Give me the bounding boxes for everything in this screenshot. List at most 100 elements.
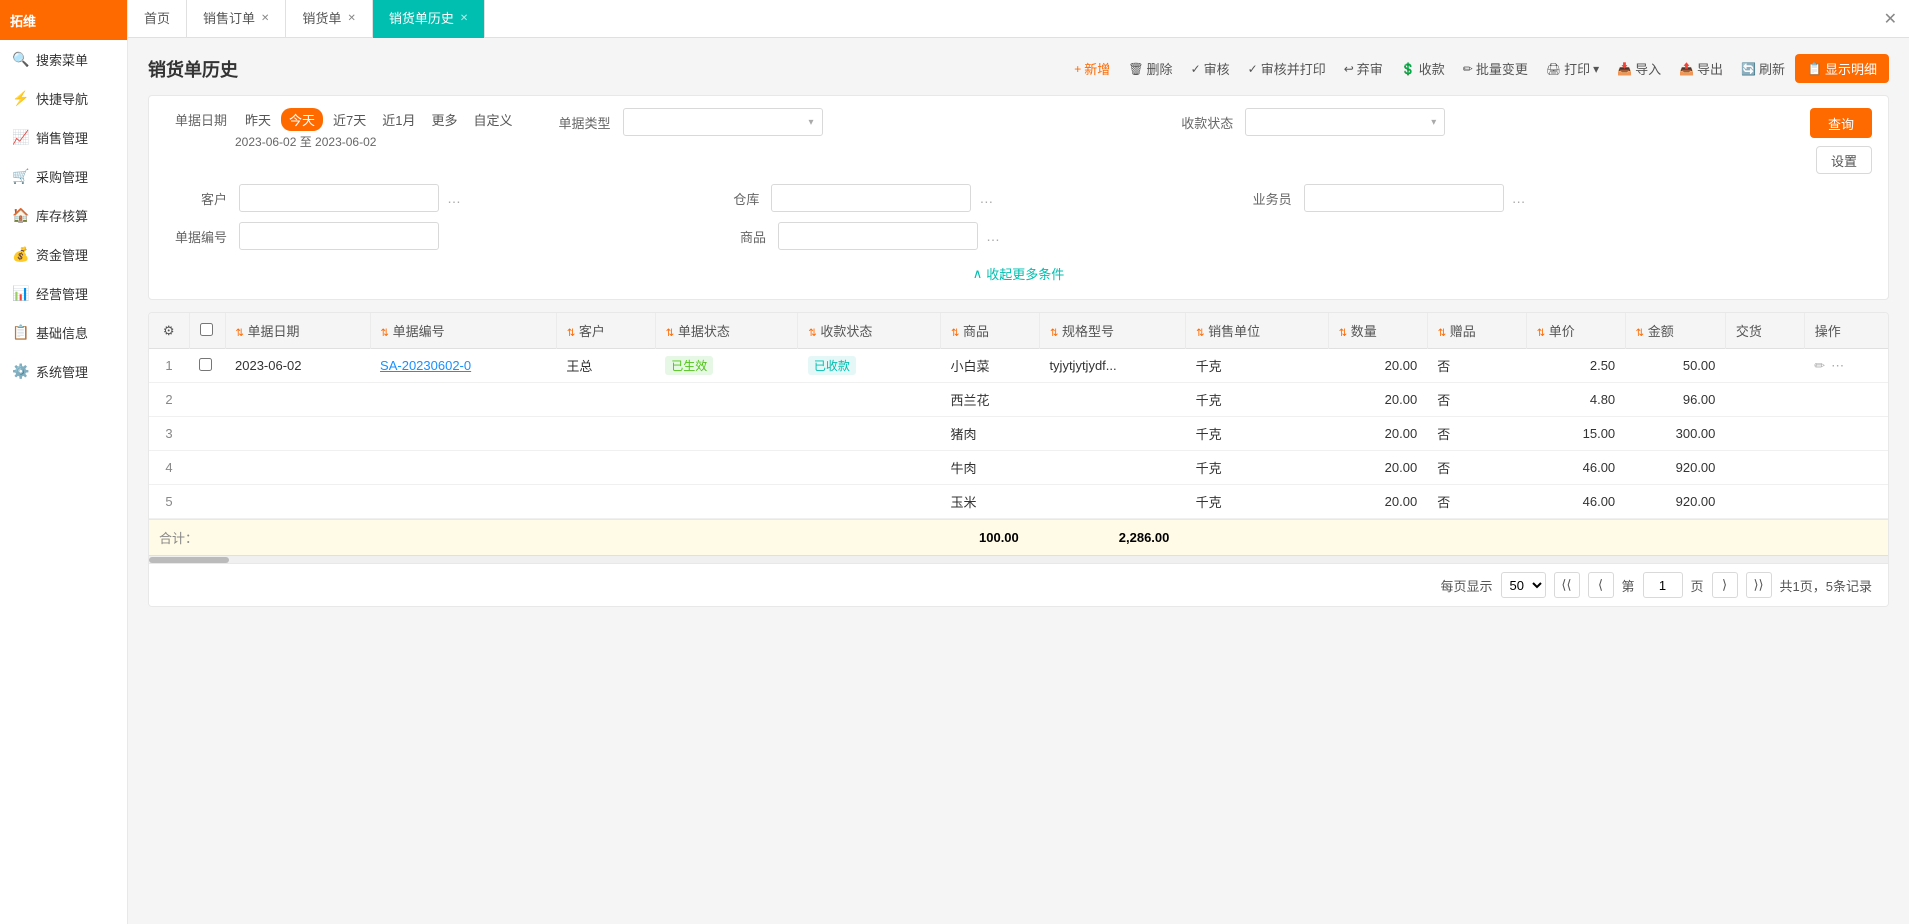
row-checkbox-cell[interactable] xyxy=(189,451,225,485)
new-button[interactable]: + 新增 xyxy=(1066,55,1118,82)
customer-input[interactable] xyxy=(239,184,439,212)
import-button[interactable]: 📥 导入 xyxy=(1609,55,1669,82)
ops-icon: 📊 xyxy=(12,285,30,302)
date-last7[interactable]: 近7天 xyxy=(327,108,372,131)
tab-sales-order[interactable]: 销售订单 ✕ xyxy=(187,0,286,38)
collect-button[interactable]: 💲 收款 xyxy=(1393,55,1453,82)
date-last-month[interactable]: 近1月 xyxy=(376,108,421,131)
date-today[interactable]: 今天 xyxy=(281,108,323,131)
page-next-button[interactable]: ⟩ xyxy=(1712,572,1738,598)
page-number-input[interactable] xyxy=(1643,572,1683,598)
table-row: 4 牛肉 千克 20.00 否 46.00 920.00 xyxy=(149,451,1888,485)
spec-col-header[interactable]: ⇅ 规格型号 xyxy=(1039,313,1185,349)
per-page-select[interactable]: 50 xyxy=(1501,572,1546,598)
select-all-checkbox[interactable] xyxy=(200,323,213,336)
page-prev-button[interactable]: ⟨ xyxy=(1588,572,1614,598)
salesperson-input[interactable] xyxy=(1304,184,1504,212)
date-range-text: 2023-06-02 至 2023-06-02 xyxy=(235,135,376,149)
warehouse-input[interactable] xyxy=(771,184,971,212)
row-checkbox-cell[interactable] xyxy=(189,485,225,519)
window-close-button[interactable]: ✕ xyxy=(1884,9,1897,29)
customer-col-header[interactable]: ⇅ 客户 xyxy=(556,313,655,349)
row-checkbox-cell[interactable] xyxy=(189,383,225,417)
abandon-button[interactable]: ↩ 弃审 xyxy=(1336,55,1391,82)
sidebar-item-sys-manage[interactable]: ⚙️ 系统管理 xyxy=(0,352,127,391)
refresh-button[interactable]: 🔄 刷新 xyxy=(1733,55,1793,82)
amount-col-header[interactable]: ⇅ 金额 xyxy=(1625,313,1725,349)
doc-no-label: 单据编号 xyxy=(165,227,235,246)
customer-dots[interactable]: … xyxy=(447,190,461,206)
row-doc-no[interactable] xyxy=(370,485,556,519)
product-input[interactable] xyxy=(778,222,978,250)
row-doc-no[interactable] xyxy=(370,451,556,485)
sidebar-item-sales[interactable]: 📈 销售管理 xyxy=(0,118,127,157)
show-detail-button[interactable]: 📋 显示明细 xyxy=(1795,54,1889,83)
salesperson-dots[interactable]: … xyxy=(1512,190,1526,206)
unit-col-header[interactable]: ⇅ 销售单位 xyxy=(1186,313,1329,349)
audit-button[interactable]: ✓ 审核 xyxy=(1183,55,1238,82)
price-col-header[interactable]: ⇅ 单价 xyxy=(1526,313,1625,349)
query-button[interactable]: 查询 xyxy=(1810,108,1872,138)
qty-col-header[interactable]: ⇅ 数量 xyxy=(1328,313,1427,349)
row-gift: 否 xyxy=(1427,383,1526,417)
warehouse-dots[interactable]: … xyxy=(979,190,993,206)
tab-close-sales-order[interactable]: ✕ xyxy=(261,0,269,38)
sidebar-item-inventory[interactable]: 🏠 库存核算 xyxy=(0,196,127,235)
product-dots[interactable]: … xyxy=(986,228,1000,244)
doc-no-link[interactable]: SA-20230602-0 xyxy=(380,358,471,373)
delete-button[interactable]: 🗑 删除 xyxy=(1120,55,1180,82)
pay-status-col-header[interactable]: ⇅ 收款状态 xyxy=(798,313,941,349)
sort-icon-customer: ⇅ xyxy=(567,328,575,339)
row-doc-no[interactable] xyxy=(370,383,556,417)
gift-col-header[interactable]: ⇅ 赠品 xyxy=(1427,313,1526,349)
cart-icon: 🛒 xyxy=(12,168,30,185)
doc-status-col-header[interactable]: ⇅ 单据状态 xyxy=(655,313,798,349)
more-row-icon[interactable]: ⋯ xyxy=(1831,358,1844,374)
sidebar-item-basic-info[interactable]: 📋 基础信息 xyxy=(0,313,127,352)
collapse-button[interactable]: ∧ 收起更多条件 xyxy=(165,260,1872,287)
row-product: 西兰花 xyxy=(940,383,1039,417)
doc-type-select[interactable]: ▾ xyxy=(623,108,823,136)
page-last-button[interactable]: ⟩⟩ xyxy=(1746,572,1772,598)
page-first-button[interactable]: ⟨⟨ xyxy=(1554,572,1580,598)
print-button[interactable]: 🖨 打印 ▾ xyxy=(1538,55,1607,82)
edit-row-icon[interactable]: ✏ xyxy=(1814,358,1825,374)
export-button[interactable]: 📤 导出 xyxy=(1671,55,1731,82)
tab-home[interactable]: 首页 xyxy=(128,0,187,38)
date-more[interactable]: 更多 xyxy=(426,108,464,131)
row-doc-no[interactable] xyxy=(370,417,556,451)
row-price: 2.50 xyxy=(1526,349,1625,383)
sidebar-item-finance[interactable]: 💰 资金管理 xyxy=(0,235,127,274)
date-yesterday[interactable]: 昨天 xyxy=(239,108,277,131)
row-checkbox[interactable] xyxy=(199,358,212,371)
row-spec xyxy=(1039,417,1185,451)
horizontal-scrollbar[interactable] xyxy=(149,555,1888,563)
scrollbar-thumb[interactable] xyxy=(149,557,229,563)
audit-print-button[interactable]: ✓ 审核并打印 xyxy=(1240,55,1334,82)
row-checkbox-cell[interactable] xyxy=(189,349,225,383)
tab-sales-goods[interactable]: 销货单 ✕ xyxy=(286,0,372,38)
row-checkbox-cell[interactable] xyxy=(189,417,225,451)
doc-type-label: 单据类型 xyxy=(549,113,619,132)
sidebar-item-search-menu[interactable]: 🔍 搜索菜单 xyxy=(0,40,127,79)
settings-col-header[interactable]: ⚙ xyxy=(149,313,189,349)
date-custom[interactable]: 自定义 xyxy=(468,108,519,131)
sidebar-item-quick-nav[interactable]: ⚡ 快捷导航 xyxy=(0,79,127,118)
tab-sales-history[interactable]: 销货单历史 ✕ xyxy=(373,0,485,38)
date-col-header[interactable]: ⇅ 单据日期 xyxy=(225,313,370,349)
batch-change-button[interactable]: ✏ 批量变更 xyxy=(1455,55,1536,82)
doc-no-col-header[interactable]: ⇅ 单据编号 xyxy=(370,313,556,349)
row-doc-no[interactable]: SA-20230602-0 xyxy=(370,349,556,383)
payment-status-select[interactable]: ▾ xyxy=(1245,108,1445,136)
total-info: 共1页，5条记录 xyxy=(1780,576,1872,595)
product-col-header[interactable]: ⇅ 商品 xyxy=(940,313,1039,349)
checkbox-col-header[interactable] xyxy=(189,313,225,349)
tab-close-sales-history[interactable]: ✕ xyxy=(460,0,468,38)
sidebar-item-operations[interactable]: 📊 经营管理 xyxy=(0,274,127,313)
set-button[interactable]: 设置 xyxy=(1816,146,1872,174)
tab-close-sales-goods[interactable]: ✕ xyxy=(347,0,355,38)
doc-no-input[interactable] xyxy=(239,222,439,250)
row-actions xyxy=(1804,485,1888,519)
table-settings-icon[interactable]: ⚙ xyxy=(163,323,175,338)
sidebar-item-purchase[interactable]: 🛒 采购管理 xyxy=(0,157,127,196)
